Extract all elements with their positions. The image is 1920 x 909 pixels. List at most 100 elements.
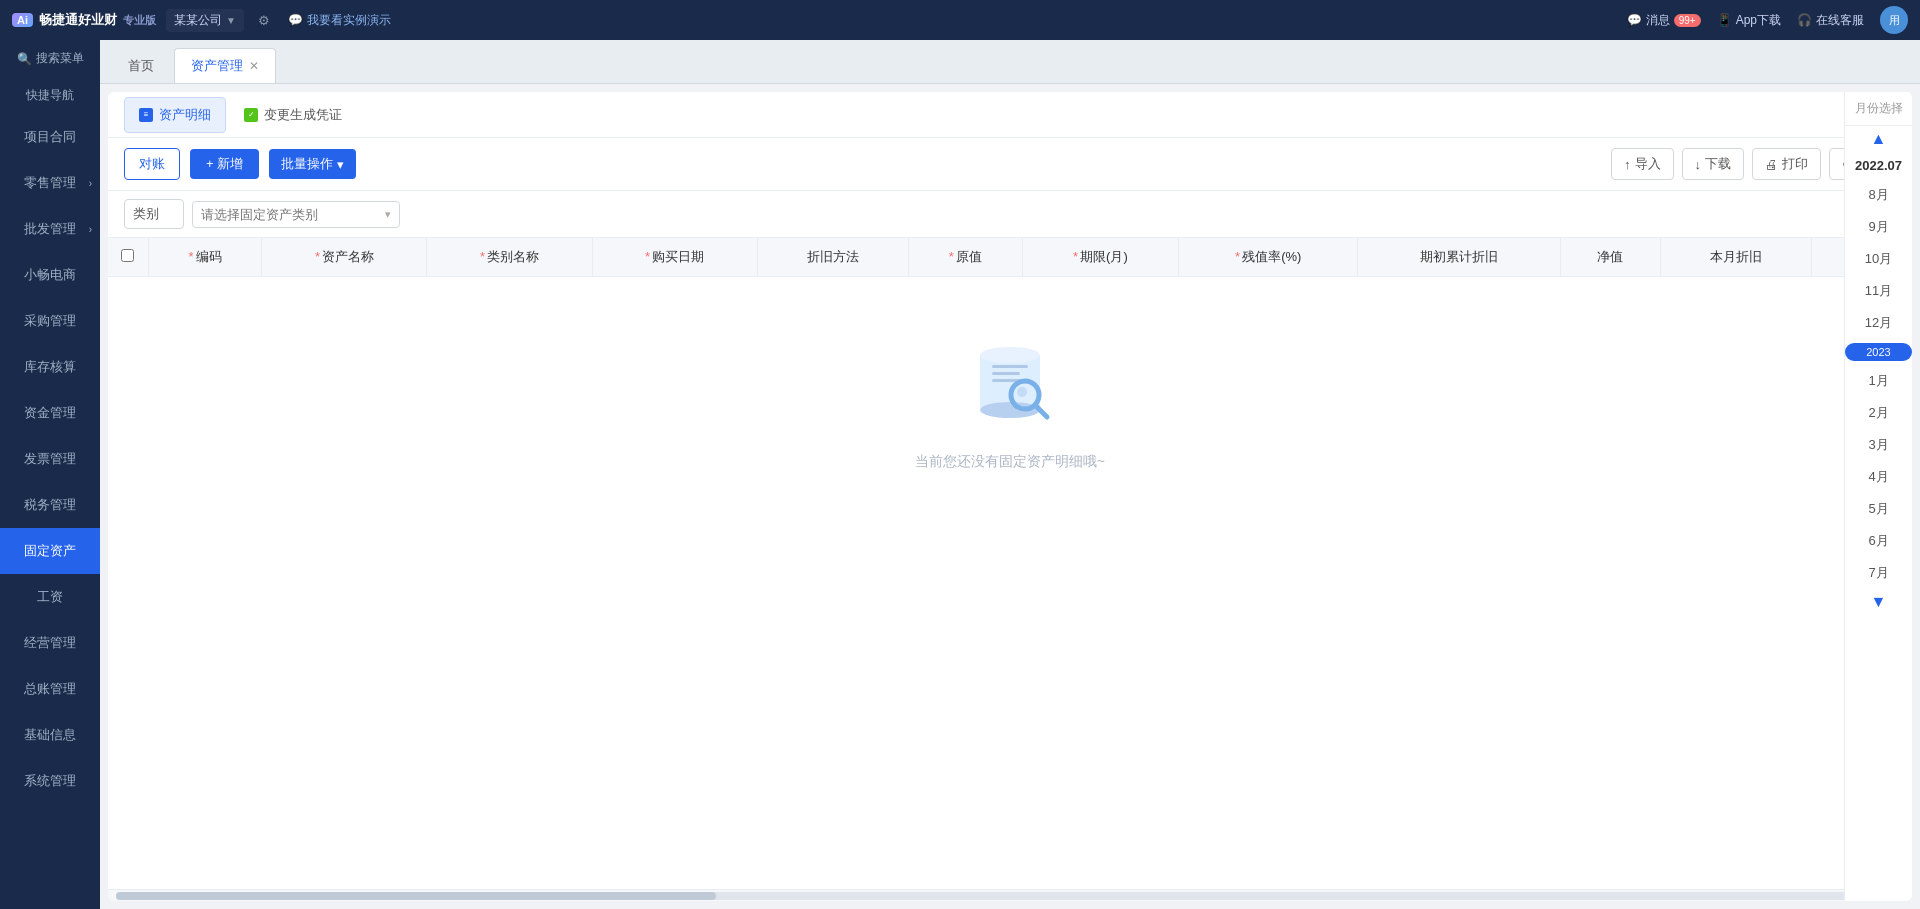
sidebar-item-salary[interactable]: 工资 [0,574,100,620]
import-label: 导入 [1635,155,1661,173]
sidebar-item-finance[interactable]: 资金管理 [0,390,100,436]
list-icon: ≡ [139,108,153,122]
sidebar-item-ecommerce[interactable]: 小畅电商 [0,252,100,298]
svg-point-9 [1017,387,1027,397]
sidebar-item-purchase[interactable]: 采购管理 [0,298,100,344]
sidebar-item-wholesale[interactable]: 批发管理 › [0,206,100,252]
user-avatar[interactable]: 用 [1880,6,1908,34]
col-net-value: 净值 [1560,238,1660,277]
col-period: *期限(月) [1022,238,1179,277]
company-selector[interactable]: 某某公司 ▼ [166,9,244,32]
demo-link[interactable]: 💬 我要看实例演示 [288,12,391,29]
month-item-3[interactable]: 3月 [1845,429,1912,461]
download-button[interactable]: ↓ 下载 [1682,148,1745,180]
sidebar-item-basic[interactable]: 基础信息 [0,712,100,758]
tab-bar: 首页 资产管理 ✕ [100,40,1920,84]
category-input[interactable] [193,202,377,227]
col-name: *资产名称 [262,238,427,277]
messages-button[interactable]: 💬 消息 99+ [1627,12,1701,29]
month-item-7[interactable]: 7月 [1845,557,1912,589]
month-up-button[interactable]: ▲ [1867,126,1891,152]
category-label: 类别 [124,199,184,229]
search-icon: 🔍 [17,52,32,66]
select-all-checkbox[interactable] [121,249,134,262]
sidebar-item-assets[interactable]: 固定资产 [0,528,100,574]
month-down-button[interactable]: ▼ [1867,589,1891,615]
sub-tab-detail[interactable]: ≡ 资产明细 [124,97,226,133]
asset-table: *编码 *资产名称 *类别名称 *购买日期 折旧方法 *原值 *期限(月) *残… [108,238,1912,531]
messages-badge: 99+ [1674,14,1701,27]
sidebar-item-inventory[interactable]: 库存核算 [0,344,100,390]
sidebar-item-project[interactable]: 项目合同 [0,114,100,160]
chevron-right-icon: › [89,224,92,235]
add-button[interactable]: + 新增 [190,149,259,179]
month-item-12[interactable]: 12月 [1845,307,1912,339]
sidebar-item-operations[interactable]: 经营管理 [0,620,100,666]
select-all-header [108,238,148,277]
sidebar-item-system[interactable]: 系统管理 [0,758,100,804]
quick-nav[interactable]: 快捷导航 [0,77,100,114]
month-item-4[interactable]: 4月 [1845,461,1912,493]
logo: Ai 畅捷通好业财 专业版 [12,11,156,29]
tab-home[interactable]: 首页 [112,49,170,83]
download-icon: ↓ [1695,157,1702,172]
sub-tab-voucher-label: 变更生成凭证 [264,106,342,124]
month-item-11[interactable]: 11月 [1845,275,1912,307]
app-download-button[interactable]: 📱 App下载 [1717,12,1781,29]
search-menu-label: 搜索菜单 [36,50,84,67]
sidebar-item-retail[interactable]: 零售管理 › [0,160,100,206]
download-label: 下载 [1705,155,1731,173]
col-residual-rate: *残值率(%) [1179,238,1358,277]
sidebar-item-label: 零售管理 [24,174,76,192]
bottom-scrollbar[interactable] [108,889,1912,901]
demo-icon: 💬 [288,13,303,27]
print-button[interactable]: 🖨 打印 [1752,148,1821,180]
headset-icon: 🎧 [1797,13,1812,27]
print-label: 打印 [1782,155,1808,173]
svg-point-3 [980,347,1040,363]
batch-label: 批量操作 [281,155,333,173]
col-code: *编码 [148,238,262,277]
col-monthly-depreciation: 本月折旧 [1660,238,1811,277]
chevron-down-icon: ▾ [377,208,399,221]
batch-button[interactable]: 批量操作 ▾ [269,149,356,179]
col-depreciation-method: 折旧方法 [757,238,908,277]
col-accumulated-depreciation: 期初累计折旧 [1358,238,1560,277]
asset-management-tab-label: 资产管理 [191,57,243,75]
match-button[interactable]: 对账 [124,148,180,180]
online-service-label: 在线客服 [1816,12,1864,29]
month-item-2[interactable]: 2月 [1845,397,1912,429]
sidebar-item-label: 税务管理 [24,496,76,514]
online-service-button[interactable]: 🎧 在线客服 [1797,12,1864,29]
settings-icon[interactable]: ⚙ [258,13,270,28]
sub-tab-voucher[interactable]: ✓ 变更生成凭证 [230,98,356,132]
sidebar: 🔍 搜索菜单 快捷导航 项目合同 零售管理 › 批发管理 › 小畅电商 采购管理… [0,40,100,909]
edition-label: 专业版 [123,13,156,28]
sidebar-item-invoice[interactable]: 发票管理 [0,436,100,482]
month-item-8[interactable]: 8月 [1845,179,1912,211]
month-item-10[interactable]: 10月 [1845,243,1912,275]
content-area: 首页 资产管理 ✕ ≡ 资产明细 ✓ 变更生成凭证 [100,40,1920,909]
sidebar-item-label: 总账管理 [24,680,76,698]
sidebar-item-ledger[interactable]: 总账管理 [0,666,100,712]
month-item-5[interactable]: 5月 [1845,493,1912,525]
sidebar-item-label: 资金管理 [24,404,76,422]
scroll-thumb[interactable] [116,892,716,900]
sidebar-item-label: 基础信息 [24,726,76,744]
import-button[interactable]: ↑ 导入 [1611,148,1674,180]
tab-close-icon[interactable]: ✕ [249,59,259,73]
main-layout: 🔍 搜索菜单 快捷导航 项目合同 零售管理 › 批发管理 › 小畅电商 采购管理… [0,40,1920,909]
month-item-1[interactable]: 1月 [1845,365,1912,397]
current-year-display[interactable]: 2022.07 [1851,152,1906,179]
search-menu[interactable]: 🔍 搜索菜单 [0,40,100,77]
month-item-6[interactable]: 6月 [1845,525,1912,557]
svg-rect-4 [992,365,1028,368]
category-filter[interactable]: ▾ [192,201,400,228]
tab-asset-management[interactable]: 资产管理 ✕ [174,48,276,83]
scroll-track [116,892,1904,900]
month-item-9[interactable]: 9月 [1845,211,1912,243]
year-2023-badge[interactable]: 2023 [1845,343,1912,361]
import-icon: ↑ [1624,157,1631,172]
col-original-value: *原值 [908,238,1022,277]
sidebar-item-tax[interactable]: 税务管理 [0,482,100,528]
